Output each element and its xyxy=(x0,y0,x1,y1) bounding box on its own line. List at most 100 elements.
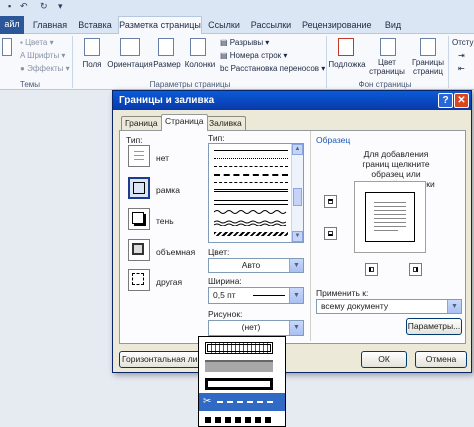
art-option-highlighted[interactable]: ✂ xyxy=(199,393,285,411)
size-icon xyxy=(158,38,174,56)
breaks-label: Разрывы xyxy=(229,38,264,47)
setting-3d-button[interactable] xyxy=(128,239,150,261)
page-borders-label-1: Границы xyxy=(412,58,444,67)
theme-fonts-button[interactable]: A Шрифты ▾ xyxy=(20,51,65,60)
undo-icon[interactable]: ↶ xyxy=(20,1,28,12)
top-border-button[interactable] xyxy=(324,195,337,208)
art-option[interactable] xyxy=(199,357,285,375)
breaks-button[interactable]: ▤ Разрывы ▾ xyxy=(220,38,269,47)
columns-button[interactable]: Колонки xyxy=(182,60,218,69)
tab-page-border[interactable]: Страница xyxy=(161,114,208,131)
watermark-icon xyxy=(338,38,354,56)
tab-view[interactable]: Вид xyxy=(380,17,406,34)
cancel-button[interactable]: Отмена xyxy=(415,351,467,368)
width-sample-line xyxy=(253,295,285,296)
margins-button[interactable]: Поля xyxy=(78,60,106,69)
page-borders-icon xyxy=(420,38,436,56)
scroll-up-icon[interactable]: ▲ xyxy=(292,144,303,155)
orientation-icon xyxy=(120,38,140,56)
themes-icon[interactable] xyxy=(2,38,12,56)
group-label-page-background: Фон страницы xyxy=(358,80,412,89)
borders-shading-dialog: Границы и заливка ? ✕ Граница Страница З… xyxy=(112,90,472,373)
tab-mailings[interactable]: Рассылки xyxy=(250,17,292,34)
page-borders-button[interactable]: Границы страниц xyxy=(408,58,448,76)
quick-access-toolbar: ▪ ↶ ↻ ▾ xyxy=(0,0,474,14)
theme-colors-button[interactable]: ▪ Цвета ▾ xyxy=(20,38,54,47)
style-dotted-line[interactable] xyxy=(214,158,288,159)
style-double-wave-line[interactable] xyxy=(214,220,288,226)
art-option[interactable] xyxy=(199,339,285,357)
help-button[interactable]: ? xyxy=(438,93,453,108)
style-dash-dot-line[interactable] xyxy=(214,182,288,183)
setting-box-button[interactable] xyxy=(128,177,150,199)
horizontal-line-button[interactable]: Горизонтальная линия xyxy=(119,351,201,368)
page-color-button[interactable]: Цвет страницы xyxy=(366,58,408,76)
orientation-button[interactable]: Ориентация xyxy=(106,60,154,69)
indent-right-icon[interactable]: ⇤ xyxy=(458,64,465,73)
width-select[interactable]: 0,5 пт ▼ xyxy=(208,287,304,304)
theme-fonts-label: Шрифты xyxy=(27,51,60,60)
group-label-page-setup: Параметры страницы xyxy=(149,80,231,89)
tab-insert[interactable]: Вставка xyxy=(76,17,114,34)
style-long-dash-line[interactable] xyxy=(214,174,288,176)
redo-icon[interactable]: ↻ xyxy=(40,1,48,12)
color-select[interactable]: Авто ▼ xyxy=(208,258,304,273)
art-option[interactable] xyxy=(199,375,285,393)
style-label: Тип: xyxy=(208,133,225,143)
apply-to-select[interactable]: всему документу ▼ xyxy=(316,299,462,314)
tab-review[interactable]: Рецензирование xyxy=(302,17,372,34)
setting-none-button[interactable] xyxy=(128,145,150,167)
group-label-themes: Темы xyxy=(19,80,41,89)
page-color-label-2: страницы xyxy=(369,67,405,76)
style-solid-line[interactable] xyxy=(214,150,288,151)
line-style-list[interactable]: ▲ ▼ xyxy=(208,143,304,243)
close-button[interactable]: ✕ xyxy=(454,93,469,108)
art-dropdown-list[interactable]: ✂ xyxy=(198,336,286,427)
indent-left-icon[interactable]: ⇥ xyxy=(458,51,465,60)
columns-icon xyxy=(190,38,206,56)
theme-colors-label: Цвета xyxy=(25,38,48,47)
scroll-down-icon[interactable]: ▼ xyxy=(292,231,303,242)
preview-border xyxy=(365,192,415,242)
save-icon[interactable]: ▪ xyxy=(8,1,11,11)
line-numbers-label: Номера строк xyxy=(229,51,282,60)
size-button[interactable]: Размер xyxy=(152,60,182,69)
theme-effects-button[interactable]: ● Эффекты ▾ xyxy=(20,64,70,73)
style-triple-line[interactable] xyxy=(214,200,288,205)
tab-home[interactable]: Главная xyxy=(30,17,70,34)
art-select[interactable]: (нет) ▼ xyxy=(208,320,304,336)
tab-references[interactable]: Ссылки xyxy=(206,17,242,34)
ribbon-separator xyxy=(72,36,73,88)
tab-shading[interactable]: Заливка xyxy=(205,116,246,130)
setting-custom-button[interactable] xyxy=(128,269,150,291)
bottom-border-button[interactable] xyxy=(324,227,337,240)
setting-shadow-button[interactable] xyxy=(128,208,150,230)
ribbon-separator xyxy=(326,36,327,88)
style-dashed-line[interactable] xyxy=(214,166,288,167)
hyphenation-button[interactable]: bc Расстановка переносов ▾ xyxy=(220,64,325,73)
tab-file[interactable]: айл xyxy=(0,16,24,34)
dialog-title: Границы и заливка xyxy=(113,91,471,110)
scroll-thumb[interactable] xyxy=(293,188,302,206)
options-button[interactable]: Параметры... xyxy=(406,318,462,335)
style-double-line[interactable] xyxy=(214,189,288,192)
apply-to-value: всему документу xyxy=(321,301,389,311)
hyphenation-label: Расстановка переносов xyxy=(230,64,320,73)
style-list-scrollbar[interactable]: ▲ ▼ xyxy=(291,144,303,242)
right-border-button[interactable] xyxy=(409,263,422,276)
style-hatched-line[interactable] xyxy=(214,232,288,236)
watermark-button[interactable]: Подложка xyxy=(328,60,366,69)
setting-label: Тип: xyxy=(126,135,143,145)
customize-qat-icon[interactable]: ▾ xyxy=(58,1,63,12)
style-wave-line[interactable] xyxy=(214,209,288,215)
preview-label: Образец xyxy=(316,135,351,145)
tab-borders[interactable]: Граница xyxy=(121,116,162,130)
chevron-down-icon: ▼ xyxy=(289,321,303,335)
ok-button[interactable]: ОК xyxy=(361,351,407,368)
chevron-down-icon: ▼ xyxy=(289,259,303,272)
art-option[interactable] xyxy=(199,411,285,426)
preview-page[interactable] xyxy=(354,181,426,253)
line-numbers-button[interactable]: ▤ Номера строк ▾ xyxy=(220,51,287,60)
tab-page-layout[interactable]: Разметка страницы xyxy=(118,16,202,35)
left-border-button[interactable] xyxy=(365,263,378,276)
